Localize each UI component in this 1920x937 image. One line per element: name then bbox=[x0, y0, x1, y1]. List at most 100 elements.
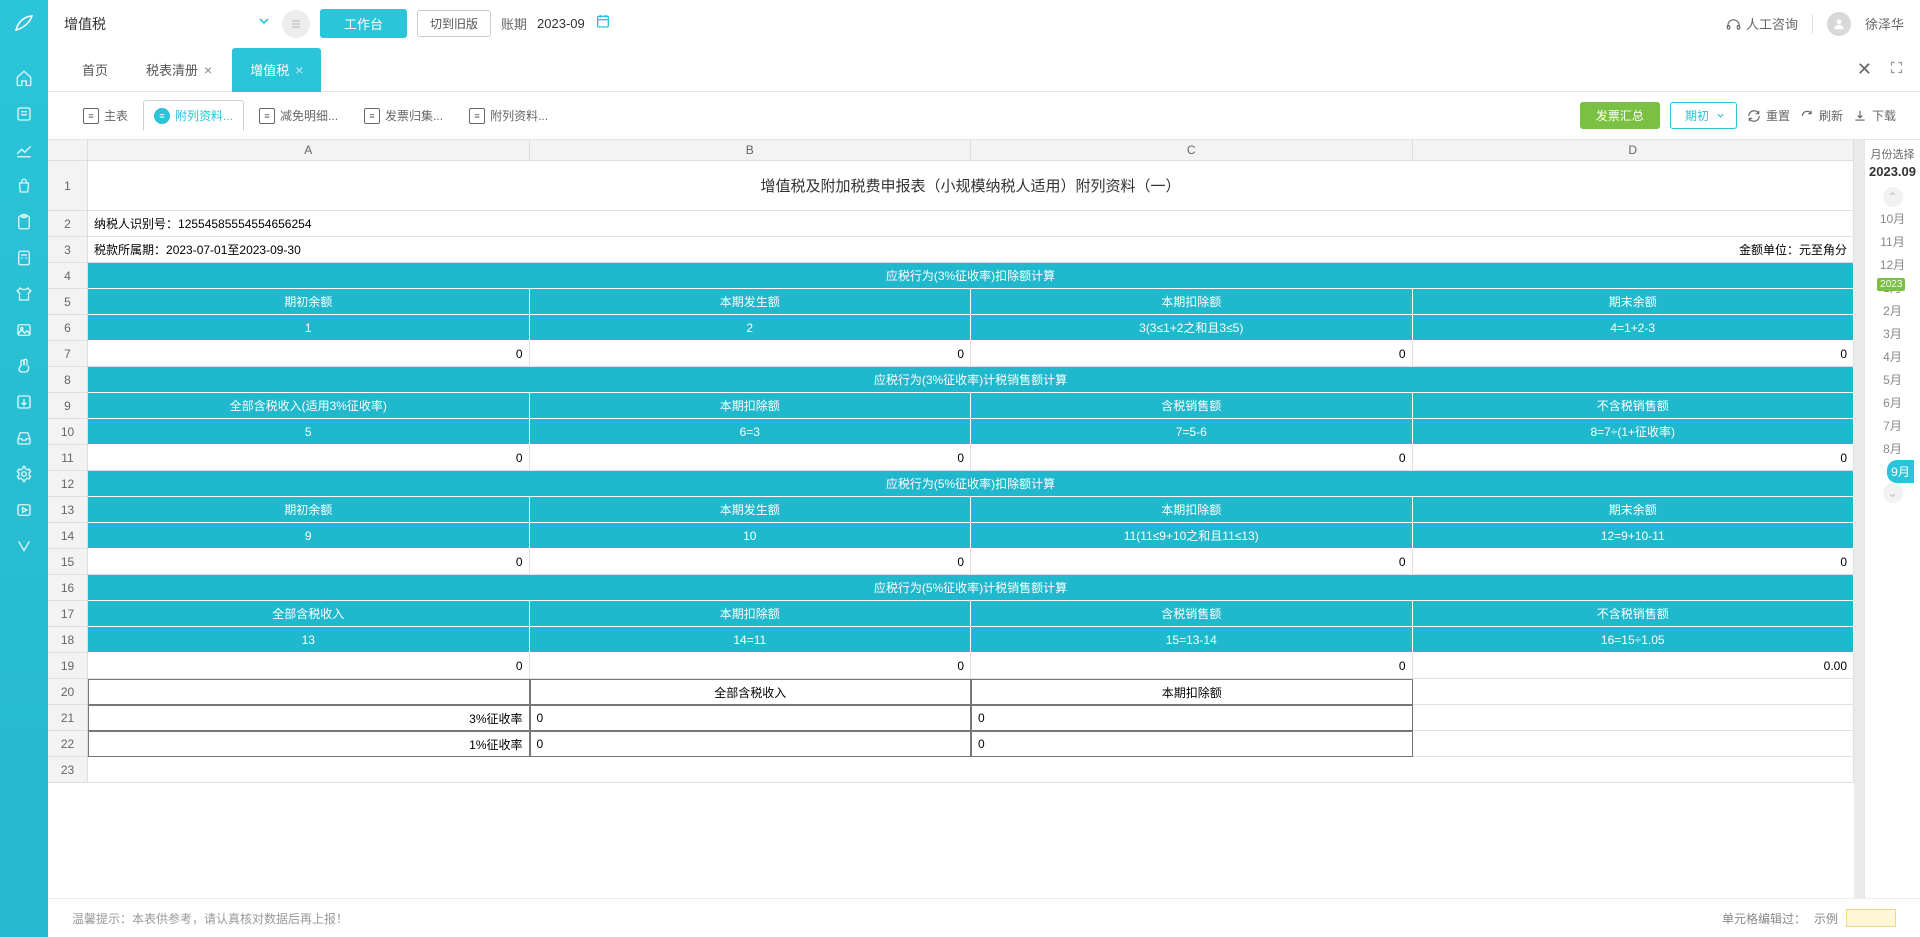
row-number: 18 bbox=[48, 627, 88, 653]
month-item[interactable]: 11月 bbox=[1879, 230, 1906, 253]
row-number: 12 bbox=[48, 471, 88, 497]
month-item[interactable]: 3月 bbox=[1879, 322, 1906, 345]
circle-list-icon[interactable] bbox=[282, 10, 310, 38]
period-label: 账期 bbox=[501, 14, 527, 33]
doc-icon: ≡ bbox=[469, 108, 485, 124]
month-item[interactable]: 2月 bbox=[1879, 299, 1906, 322]
close-panel-icon[interactable]: ✕ bbox=[1857, 59, 1872, 80]
extra-value[interactable]: 0 bbox=[530, 731, 972, 757]
nav-export-icon[interactable] bbox=[0, 384, 48, 420]
tab-tax-list[interactable]: 税表清册× bbox=[128, 48, 230, 92]
subtab-main[interactable]: ≡主表 bbox=[72, 100, 139, 131]
calendar-icon[interactable] bbox=[595, 13, 611, 34]
month-item[interactable]: 10月 bbox=[1879, 207, 1906, 230]
nav-shirt-icon[interactable] bbox=[0, 276, 48, 312]
col-subheader: 1 bbox=[88, 315, 530, 341]
data-cell[interactable]: 0 bbox=[971, 653, 1413, 679]
nav-settings-icon[interactable] bbox=[0, 456, 48, 492]
nav-v-icon[interactable] bbox=[0, 528, 48, 564]
close-icon[interactable]: × bbox=[204, 62, 212, 78]
empty-row bbox=[88, 757, 1854, 783]
data-cell[interactable]: 0 bbox=[1413, 549, 1855, 575]
month-item[interactable]: 6月 bbox=[1879, 391, 1906, 414]
row-number: 15 bbox=[48, 549, 88, 575]
empty-cell bbox=[1413, 705, 1855, 731]
month-item[interactable]: 9月 bbox=[1887, 460, 1914, 483]
nav-image-icon[interactable] bbox=[0, 312, 48, 348]
nav-chart-icon[interactable] bbox=[0, 132, 48, 168]
nav-play-icon[interactable] bbox=[0, 492, 48, 528]
data-cell[interactable]: 0 bbox=[1413, 445, 1855, 471]
data-cell[interactable]: 0 bbox=[88, 549, 530, 575]
col-subheader: 10 bbox=[530, 523, 972, 549]
extra-value[interactable]: 0 bbox=[971, 731, 1413, 757]
context-dropdown-icon[interactable] bbox=[256, 13, 272, 34]
month-up-icon[interactable]: ⌃ bbox=[1883, 187, 1903, 207]
close-icon[interactable]: × bbox=[295, 62, 303, 78]
fullscreen-icon[interactable] bbox=[1889, 60, 1904, 80]
nav-home-icon[interactable] bbox=[0, 60, 48, 96]
data-cell[interactable]: 0 bbox=[88, 653, 530, 679]
month-item[interactable]: 1月2023 bbox=[1879, 276, 1906, 299]
tab-home[interactable]: 首页 bbox=[64, 48, 126, 92]
data-cell[interactable]: 0 bbox=[530, 445, 972, 471]
month-item[interactable]: 12月 bbox=[1879, 253, 1906, 276]
row-number: 22 bbox=[48, 731, 88, 757]
subtab-attach1[interactable]: ≡附列资料... bbox=[143, 100, 244, 131]
nav-calc-icon[interactable] bbox=[0, 240, 48, 276]
tab-vat[interactable]: 增值税× bbox=[232, 48, 321, 92]
month-item[interactable]: 7月 bbox=[1879, 414, 1906, 437]
row-number: 16 bbox=[48, 575, 88, 601]
row-number: 14 bbox=[48, 523, 88, 549]
top-bar: 增值税 工作台 切到旧版 账期 2023-09 人工咨询 徐泽华 bbox=[48, 0, 1920, 48]
username[interactable]: 徐泽华 bbox=[1865, 14, 1904, 33]
period-start-button[interactable]: 期初 bbox=[1670, 102, 1737, 129]
row-number: 23 bbox=[48, 757, 88, 783]
data-cell[interactable]: 0.00 bbox=[1413, 653, 1855, 679]
user-avatar-icon[interactable] bbox=[1827, 12, 1851, 36]
data-cell[interactable]: 0 bbox=[971, 549, 1413, 575]
data-cell[interactable]: 0 bbox=[530, 341, 972, 367]
subtab-attach2[interactable]: ≡附列资料... bbox=[458, 100, 559, 131]
empty-cell bbox=[1413, 679, 1855, 705]
data-cell[interactable]: 0 bbox=[530, 549, 972, 575]
support-link[interactable]: 人工咨询 bbox=[1726, 14, 1798, 33]
extra-header: 本期扣除额 bbox=[971, 679, 1413, 705]
month-down-icon[interactable]: ⌄ bbox=[1883, 483, 1903, 503]
invoice-summary-button[interactable]: 发票汇总 bbox=[1580, 102, 1660, 129]
nav-bag-icon[interactable] bbox=[0, 168, 48, 204]
subtab-exempt[interactable]: ≡减免明细... bbox=[248, 100, 349, 131]
spreadsheet[interactable]: ABCD1增值税及附加税费申报表（小规模纳税人适用）附列资料（一）2纳税人识别号… bbox=[48, 140, 1854, 898]
col-subheader: 含税销售额 bbox=[971, 393, 1413, 419]
extra-value[interactable]: 0 bbox=[971, 705, 1413, 731]
legend-color-box bbox=[1846, 909, 1896, 927]
extra-value[interactable]: 0 bbox=[530, 705, 972, 731]
workbench-button[interactable]: 工作台 bbox=[320, 9, 407, 38]
row-number: 10 bbox=[48, 419, 88, 445]
row-number: 5 bbox=[48, 289, 88, 315]
data-cell[interactable]: 0 bbox=[88, 341, 530, 367]
data-cell[interactable]: 0 bbox=[1413, 341, 1855, 367]
extra-blank bbox=[88, 679, 530, 705]
data-cell[interactable]: 0 bbox=[530, 653, 972, 679]
month-item[interactable]: 4月 bbox=[1879, 345, 1906, 368]
download-button[interactable]: 下载 bbox=[1853, 107, 1896, 124]
col-subheader: 全部含税收入 bbox=[88, 601, 530, 627]
nav-hand-icon[interactable] bbox=[0, 348, 48, 384]
month-item[interactable]: 8月 bbox=[1879, 437, 1906, 460]
data-cell[interactable]: 0 bbox=[88, 445, 530, 471]
month-item[interactable]: 5月 bbox=[1879, 368, 1906, 391]
col-subheader: 本期扣除额 bbox=[971, 289, 1413, 315]
nav-clipboard-icon[interactable] bbox=[0, 204, 48, 240]
data-cell[interactable]: 0 bbox=[971, 341, 1413, 367]
refresh-button[interactable]: 刷新 bbox=[1800, 107, 1843, 124]
main-tabs: 首页 税表清册× 增值税× ✕ bbox=[48, 48, 1920, 92]
nav-inbox-icon[interactable] bbox=[0, 420, 48, 456]
subtab-invoice[interactable]: ≡发票归集... bbox=[353, 100, 454, 131]
nav-book-icon[interactable] bbox=[0, 96, 48, 132]
data-cell[interactable]: 0 bbox=[971, 445, 1413, 471]
reset-button[interactable]: 重置 bbox=[1747, 107, 1790, 124]
row-number: 17 bbox=[48, 601, 88, 627]
switch-old-button[interactable]: 切到旧版 bbox=[417, 10, 491, 37]
col-subheader: 期初余额 bbox=[88, 497, 530, 523]
